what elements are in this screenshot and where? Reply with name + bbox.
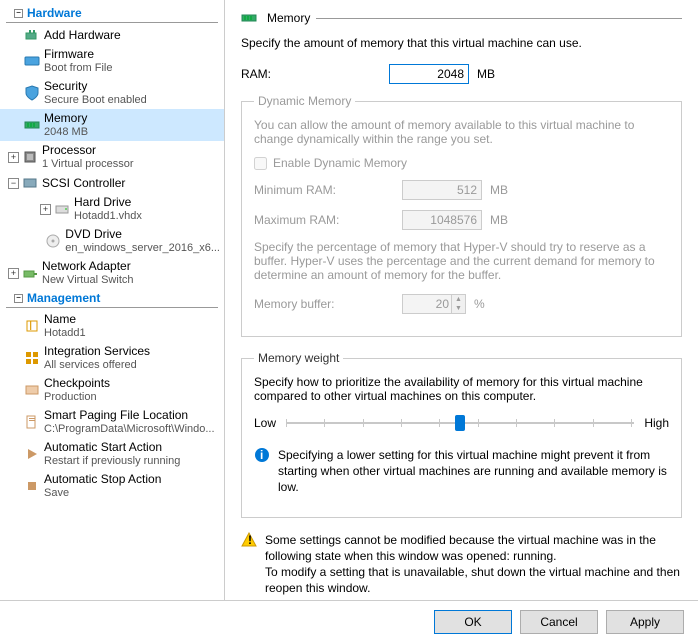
dialog-footer: OK Cancel Apply: [0, 600, 698, 642]
panel-description: Specify the amount of memory that this v…: [241, 36, 682, 50]
weight-blurb: Specify how to prioritize the availabili…: [254, 375, 669, 403]
name-icon: I: [24, 318, 40, 334]
max-ram-label: Maximum RAM:: [254, 213, 394, 227]
tree-memory[interactable]: Memory2048 MB: [0, 109, 224, 141]
controller-icon: [22, 175, 38, 191]
tree-integration[interactable]: Integration ServicesAll services offered: [0, 342, 224, 374]
svg-text:i: i: [260, 448, 263, 462]
tree-smart-paging[interactable]: Smart Paging File LocationC:\ProgramData…: [0, 406, 224, 438]
buffer-label: Memory buffer:: [254, 297, 394, 311]
collapse-icon[interactable]: −: [8, 178, 19, 189]
add-hardware-icon: [24, 27, 40, 43]
shield-icon: [24, 85, 40, 101]
section-management: − Management: [6, 289, 218, 308]
hard-drive-icon: [54, 201, 70, 217]
tree-scsi[interactable]: − SCSI Controller: [0, 173, 224, 193]
svg-text:!: !: [248, 533, 252, 547]
tree-security[interactable]: SecuritySecure Boot enabled: [0, 77, 224, 109]
spinner-buttons: ▲▼: [451, 295, 465, 313]
panel-title: Memory: [267, 11, 310, 25]
expand-icon[interactable]: +: [8, 152, 19, 163]
tree-firmware[interactable]: FirmwareBoot from File: [0, 45, 224, 77]
weight-info: Specifying a lower setting for this virt…: [278, 447, 669, 495]
min-ram-input: [402, 180, 482, 200]
ok-button[interactable]: OK: [434, 610, 512, 634]
enable-dynamic-checkbox: [254, 157, 267, 170]
ram-label: RAM:: [241, 67, 381, 81]
processor-icon: [22, 149, 38, 165]
tree-dvd-drive[interactable]: DVD Driveen_windows_server_2016_x6...: [0, 225, 224, 257]
tree-network[interactable]: + Network AdapterNew Virtual Switch: [0, 257, 224, 289]
weight-high-label: High: [644, 416, 669, 430]
settings-tree[interactable]: − Hardware Add Hardware FirmwareBoot fro…: [0, 0, 225, 600]
dynamic-memory-group: Dynamic Memory You can allow the amount …: [241, 94, 682, 337]
warning-icon: !: [241, 532, 257, 548]
tree-add-hardware[interactable]: Add Hardware: [0, 25, 224, 45]
tree-auto-stop[interactable]: Automatic Stop ActionSave: [0, 470, 224, 502]
memory-icon: [24, 117, 40, 133]
ram-unit: MB: [477, 67, 495, 81]
tree-name[interactable]: I NameHotadd1: [0, 310, 224, 342]
memory-icon: [241, 10, 257, 26]
cancel-button[interactable]: Cancel: [520, 610, 598, 634]
warning-text: Some settings cannot be modified because…: [265, 532, 682, 596]
ram-input[interactable]: [389, 64, 469, 84]
memory-weight-group: Memory weight Specify how to prioritize …: [241, 351, 682, 518]
expand-icon[interactable]: +: [40, 204, 51, 215]
network-icon: [22, 265, 38, 281]
firmware-icon: [24, 53, 40, 69]
auto-stop-icon: [24, 478, 40, 494]
memory-panel: Memory Specify the amount of memory that…: [225, 0, 698, 600]
info-icon: i: [254, 447, 270, 463]
min-ram-label: Minimum RAM:: [254, 183, 394, 197]
weight-low-label: Low: [254, 416, 276, 430]
tree-hard-drive[interactable]: + Hard DriveHotadd1.vhdx: [0, 193, 224, 225]
checkpoints-icon: [24, 382, 40, 398]
dvd-icon: [45, 233, 61, 249]
apply-button[interactable]: Apply: [606, 610, 684, 634]
max-ram-input: [402, 210, 482, 230]
section-hardware: − Hardware: [6, 4, 218, 23]
tree-checkpoints[interactable]: CheckpointsProduction: [0, 374, 224, 406]
weight-slider[interactable]: [286, 413, 634, 433]
buffer-blurb: Specify the percentage of memory that Hy…: [254, 240, 669, 282]
expand-icon[interactable]: +: [8, 268, 19, 279]
dynamic-blurb: You can allow the amount of memory avail…: [254, 118, 669, 146]
auto-start-icon: [24, 446, 40, 462]
tree-auto-start[interactable]: Automatic Start ActionRestart if previou…: [0, 438, 224, 470]
tree-processor[interactable]: + Processor1 Virtual processor: [0, 141, 224, 173]
enable-dynamic-label: Enable Dynamic Memory: [273, 156, 407, 170]
paging-icon: [24, 414, 40, 430]
svg-text:I: I: [29, 319, 32, 333]
integration-icon: [24, 350, 40, 366]
